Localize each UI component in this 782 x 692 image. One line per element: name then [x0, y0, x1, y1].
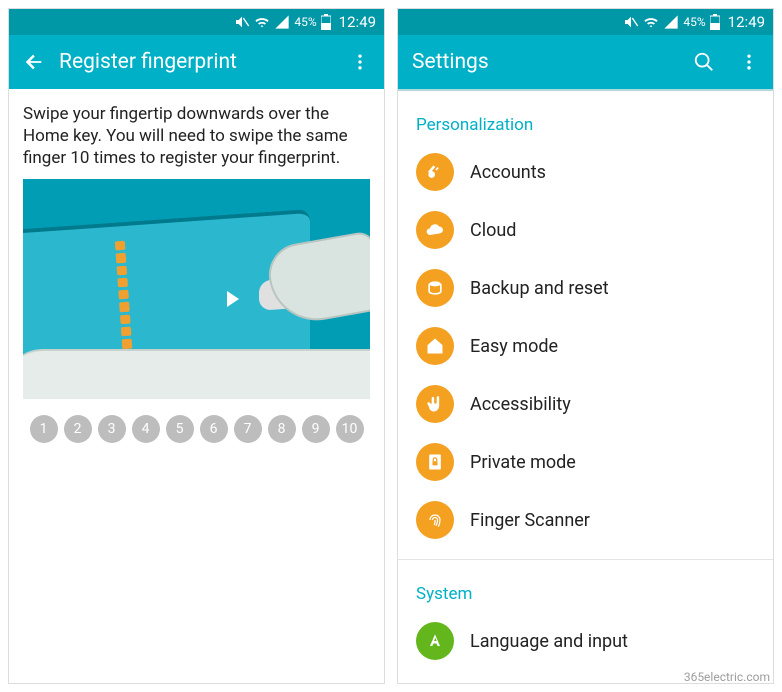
overflow-menu-icon[interactable]	[739, 52, 759, 72]
mute-icon	[234, 14, 250, 30]
settings-item-label: Accessibility	[470, 394, 571, 415]
settings-item-finger-scanner[interactable]: Finger Scanner	[398, 491, 773, 549]
watermark: 365electric.com	[684, 670, 770, 684]
backup-icon	[416, 269, 454, 307]
settings-item-label: Backup and reset	[470, 278, 609, 299]
phone-right: 45% 12:49 Settings Personalization Accou…	[397, 8, 774, 684]
home-icon	[416, 327, 454, 365]
battery-pct: 45%	[683, 15, 705, 29]
app-bar: Settings	[398, 35, 773, 89]
phone-left: 45% 12:49 Register fingerprint Swipe you…	[8, 8, 385, 684]
status-bar: 45% 12:49	[398, 9, 773, 35]
settings-item-label: Accounts	[470, 162, 546, 183]
key-icon	[416, 153, 454, 191]
progress-dot: 3	[98, 415, 126, 443]
settings-item-private-mode[interactable]: Private mode	[398, 433, 773, 491]
cloud-icon	[416, 211, 454, 249]
settings-item-accessibility[interactable]: Accessibility	[398, 375, 773, 433]
progress-dot: 4	[132, 415, 160, 443]
settings-item-backup-reset[interactable]: Backup and reset	[398, 259, 773, 317]
settings-item-cloud[interactable]: Cloud	[398, 201, 773, 259]
settings-item-label: Private mode	[470, 452, 576, 473]
progress-dot: 2	[64, 415, 92, 443]
settings-item-label: Cloud	[470, 220, 516, 241]
progress-dot: 8	[268, 415, 296, 443]
mute-icon	[623, 14, 639, 30]
wifi-icon	[643, 14, 659, 30]
battery-icon	[321, 14, 331, 30]
page-title: Settings	[412, 50, 679, 74]
back-icon[interactable]	[23, 51, 45, 73]
settings-item-language-input[interactable]: Language and input	[398, 612, 773, 670]
progress-dot: 10	[336, 415, 364, 443]
app-bar: Register fingerprint	[9, 35, 384, 89]
language-icon	[416, 622, 454, 660]
progress-dot: 6	[200, 415, 228, 443]
progress-dot: 5	[166, 415, 194, 443]
settings-item-accounts[interactable]: Accounts	[398, 143, 773, 201]
battery-icon	[710, 14, 720, 30]
settings-item-label: Language and input	[470, 631, 628, 652]
fingerprint-illustration	[23, 179, 370, 399]
progress-dot: 1	[30, 415, 58, 443]
signal-icon	[663, 14, 679, 30]
section-header-system: System	[398, 560, 773, 612]
status-bar: 45% 12:49	[9, 9, 384, 35]
search-icon[interactable]	[693, 51, 715, 73]
lock-file-icon	[416, 443, 454, 481]
wifi-icon	[254, 14, 270, 30]
settings-item-easy-mode[interactable]: Easy mode	[398, 317, 773, 375]
overflow-menu-icon[interactable]	[350, 52, 370, 72]
progress-dot: 7	[234, 415, 262, 443]
progress-dot: 9	[302, 415, 330, 443]
clock-time: 12:49	[728, 13, 765, 31]
fingerprint-icon	[416, 501, 454, 539]
section-header-personalization: Personalization	[398, 91, 773, 143]
clock-time: 12:49	[339, 13, 376, 31]
settings-item-label: Finger Scanner	[470, 510, 590, 531]
hand-icon	[416, 385, 454, 423]
instruction-text: Swipe your fingertip downwards over the …	[9, 89, 384, 179]
settings-item-label: Easy mode	[470, 336, 558, 357]
progress-dots: 1 2 3 4 5 6 7 8 9 10	[9, 399, 384, 459]
signal-icon	[274, 14, 290, 30]
page-title: Register fingerprint	[59, 50, 336, 74]
battery-pct: 45%	[294, 15, 316, 29]
